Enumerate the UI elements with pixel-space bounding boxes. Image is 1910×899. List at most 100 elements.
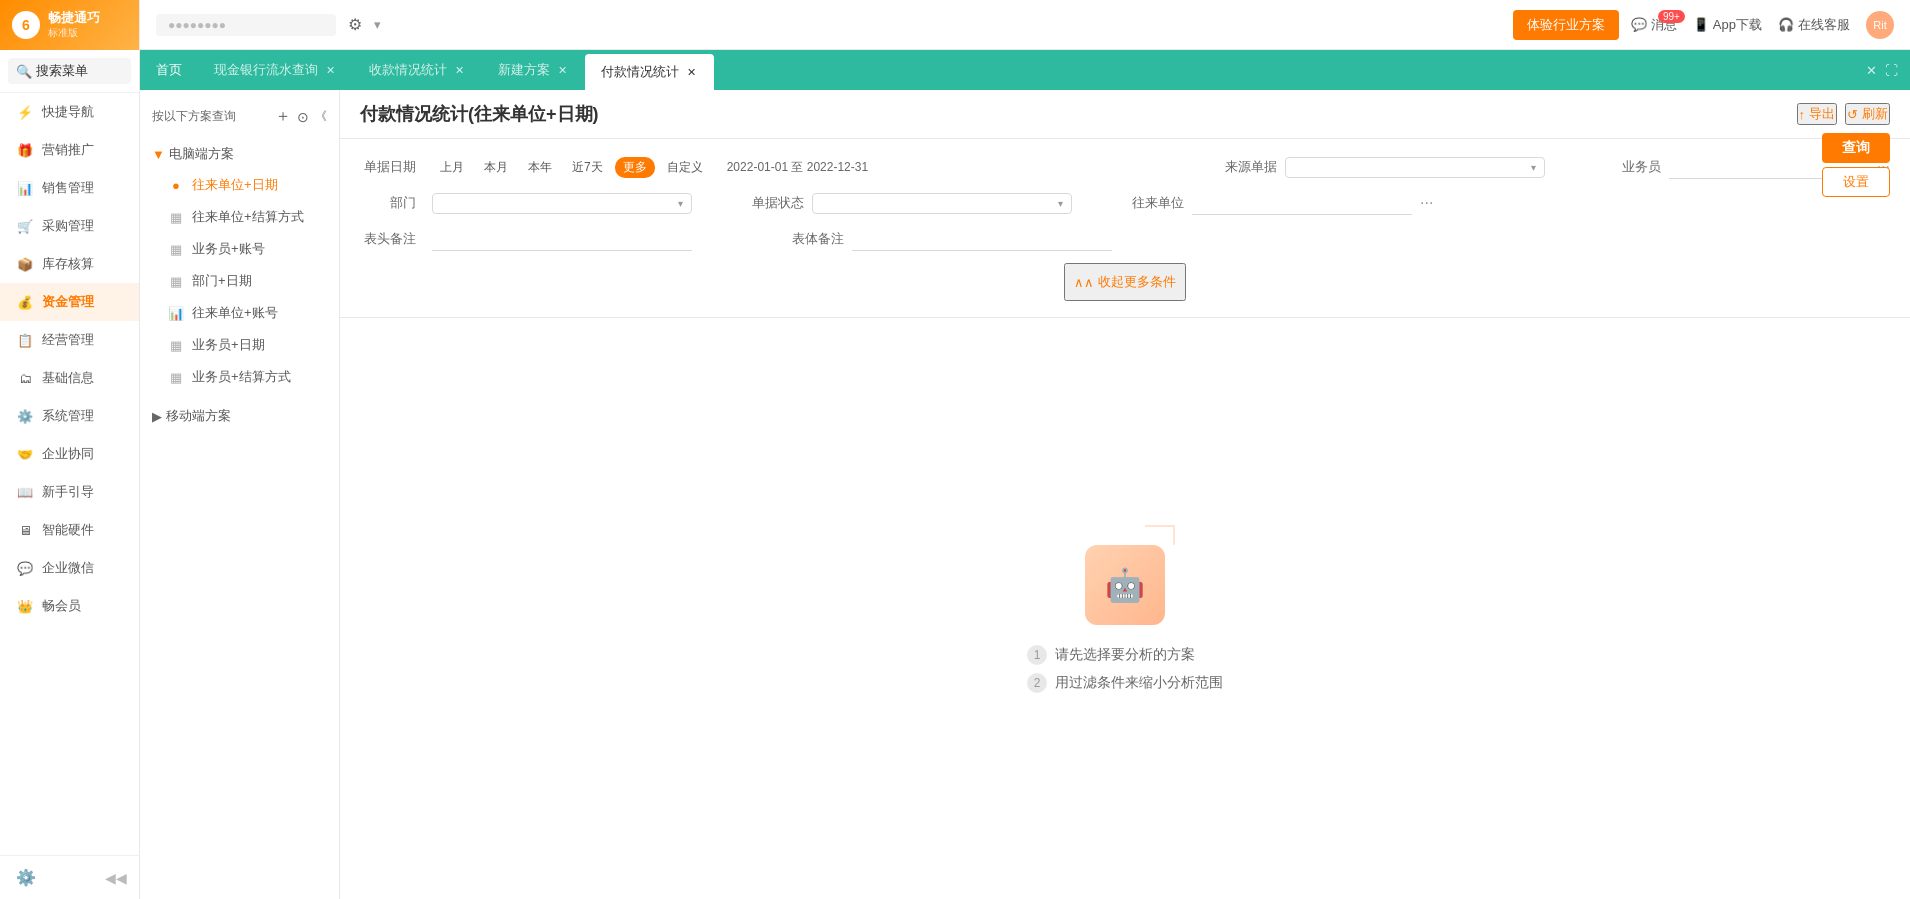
sidebar-item-cooperation[interactable]: 🤝 企业协同 [0,435,139,473]
dept-select[interactable]: ▾ [432,193,692,214]
tab-payment-stats[interactable]: 付款情况统计 ✕ [585,54,714,90]
robot-icon: 🤖 [1085,545,1165,625]
refresh-icon: ↺ [1847,107,1858,122]
desktop-scheme-collapse-icon: ▼ [152,147,165,162]
date-btn-last7[interactable]: 近7天 [564,156,611,179]
body-note-input[interactable] [852,227,1112,251]
online-service-button[interactable]: 🎧 在线客服 [1778,16,1850,34]
tab-new-scheme[interactable]: 新建方案 ✕ [482,50,585,90]
tab-home[interactable]: 首页 [140,50,198,90]
export-button[interactable]: ↑ 导出 [1797,103,1838,125]
page-header-actions: ↑ 导出 ↺ 刷新 [1797,103,1891,125]
mobile-scheme-label: 移动端方案 [166,407,231,425]
quick-nav-icon: ⚡ [16,103,34,121]
finance-icon: 💰 [16,293,34,311]
sidebar-settings-button[interactable]: ⚙️ [12,864,40,891]
scheme-item-counterparty-settlement[interactable]: ▦ 往来单位+结算方式 [140,201,339,233]
export-icon: ↑ [1799,107,1806,122]
sidebar-item-inventory[interactable]: 📦 库存核算 [0,245,139,283]
guide-icon: 📖 [16,483,34,501]
counterparty-label: 往来单位 [1128,194,1184,212]
date-btn-last-month[interactable]: 上月 [432,156,472,179]
counterparty-dots[interactable]: ··· [1420,194,1433,212]
add-scheme-button[interactable]: ＋ [275,106,291,127]
counterparty-input[interactable] [1192,191,1412,215]
header-note-input[interactable] [432,227,692,251]
tabs-right-actions: ✕ ⛶ [1866,63,1910,78]
user-avatar[interactable]: Rit [1866,11,1894,39]
scheme-icon: ▦ [168,273,184,289]
scheme-item-salesperson-account[interactable]: ▦ 业务员+账号 [140,233,339,265]
empty-state: 🤖 1 请先选择要分析的方案 2 用过滤条件来缩小分析范围 [340,318,1910,899]
sidebar-item-member[interactable]: 👑 畅会员 [0,587,139,625]
source-doc-select[interactable]: ▾ [1285,157,1545,178]
date-btn-more[interactable]: 更多 [615,157,655,178]
scheme-active-icon: ● [168,177,184,193]
scheme-settings-button[interactable]: ⊙ [297,109,309,125]
panel-collapse-button[interactable]: 《 [315,108,327,125]
date-range-display: 2022-01-01 至 2022-12-31 [727,159,868,176]
messages-button[interactable]: 💬 消息 99+ [1631,16,1677,34]
scheme-item-dept-date[interactable]: ▦ 部门+日期 [140,265,339,297]
sidebar-item-operations[interactable]: 📋 经营管理 [0,321,139,359]
sidebar-item-sales[interactable]: 📊 销售管理 [0,169,139,207]
mobile-scheme-group-title[interactable]: ▶ 移动端方案 [140,401,339,431]
sidebar-item-system[interactable]: ⚙️ 系统管理 [0,397,139,435]
left-panel-header: 按以下方案查询 ＋ ⊙ 《 [140,98,339,135]
desktop-scheme-group: ▼ 电脑端方案 ● 往来单位+日期 ▦ 往来单位+结算方式 ▦ 业务员+账号 ▦ [140,135,339,397]
sidebar-item-label: 智能硬件 [42,521,94,539]
app-download-button[interactable]: 📱 App下载 [1693,16,1762,34]
tabs-expand-icon[interactable]: ⛶ [1885,63,1898,78]
sidebar-item-hardware[interactable]: 🖥 智能硬件 [0,511,139,549]
query-button[interactable]: 查询 [1822,133,1890,163]
filter-row-3: 表头备注 表体备注 [360,227,1890,251]
filter-area: 单据日期 上月 本月 本年 近7天 更多 自定义 2022-01-01 至 20… [340,139,1910,318]
collapse-filter-button[interactable]: ∧∧ 收起更多条件 [1064,263,1186,301]
sidebar-footer: ⚙️ ◀◀ [0,855,139,899]
sidebar-item-basic-info[interactable]: 🗂 基础信息 [0,359,139,397]
date-btn-this-year[interactable]: 本年 [520,156,560,179]
sidebar-search[interactable]: 🔍 搜索菜单 [0,50,139,93]
settings-button[interactable]: 设置 [1822,167,1890,197]
scheme-item-salesperson-date[interactable]: ▦ 业务员+日期 [140,329,339,361]
sidebar-item-label: 资金管理 [42,293,94,311]
collapse-icon: ∧∧ [1074,275,1094,290]
sidebar-item-label: 基础信息 [42,369,94,387]
tab-bank-flow-close[interactable]: ✕ [324,62,337,79]
sidebar-item-finance[interactable]: 💰 资金管理 [0,283,139,321]
sidebar-item-quick-nav[interactable]: ⚡ 快捷导航 [0,93,139,131]
sidebar-collapse-button[interactable]: ◀◀ [105,870,127,886]
sidebar-item-guide[interactable]: 📖 新手引导 [0,473,139,511]
date-btn-this-month[interactable]: 本月 [476,156,516,179]
date-btn-custom[interactable]: 自定义 [659,156,711,179]
scheme-item-counterparty-date[interactable]: ● 往来单位+日期 [140,169,339,201]
tabs-close-icon[interactable]: ✕ [1866,63,1877,78]
filter-row-2: 部门 ▾ 单据状态 ▾ 往来单位 [360,191,1890,215]
body-note-label: 表体备注 [788,230,844,248]
desktop-scheme-label: 电脑端方案 [169,145,234,163]
tab-bank-flow[interactable]: 现金银行流水查询 ✕ [198,50,353,90]
empty-content: 🤖 1 请先选择要分析的方案 2 用过滤条件来缩小分析范围 [1027,525,1223,693]
tab-receivable-stats[interactable]: 收款情况统计 ✕ [353,50,482,90]
sidebar-item-purchase[interactable]: 🛒 采购管理 [0,207,139,245]
inventory-icon: 📦 [16,255,34,273]
tab-new-scheme-close[interactable]: ✕ [556,62,569,79]
left-panel: 按以下方案查询 ＋ ⊙ 《 ▼ 电脑端方案 ● 往来单位+日期 ▦ [140,90,340,899]
tab-receivable-stats-close[interactable]: ✕ [453,62,466,79]
sidebar-item-wechat[interactable]: 💬 企业微信 [0,549,139,587]
doc-status-select[interactable]: ▾ [812,193,1072,214]
mobile-scheme-expand-icon: ▶ [152,409,162,424]
tab-payment-stats-close[interactable]: ✕ [685,64,698,81]
address-text: ●●●●●●●● [156,14,336,36]
decoration-lines [1145,525,1175,545]
sidebar-item-marketing[interactable]: 🎁 营销推广 [0,131,139,169]
scheme-item-salesperson-settlement[interactable]: ▦ 业务员+结算方式 [140,361,339,393]
scheme-item-counterparty-account[interactable]: 📊 往来单位+账号 [140,297,339,329]
right-panel: 付款情况统计(往来单位+日期) ↑ 导出 ↺ 刷新 单据日期 [340,90,1910,899]
desktop-scheme-group-title[interactable]: ▼ 电脑端方案 [140,139,339,169]
scheme-icon: ▦ [168,209,184,225]
sidebar-item-label: 企业协同 [42,445,94,463]
industry-scheme-button[interactable]: 体验行业方案 [1513,10,1619,40]
refresh-button[interactable]: ↺ 刷新 [1845,103,1890,125]
topbar-gear-button[interactable]: ⚙ [344,11,366,38]
